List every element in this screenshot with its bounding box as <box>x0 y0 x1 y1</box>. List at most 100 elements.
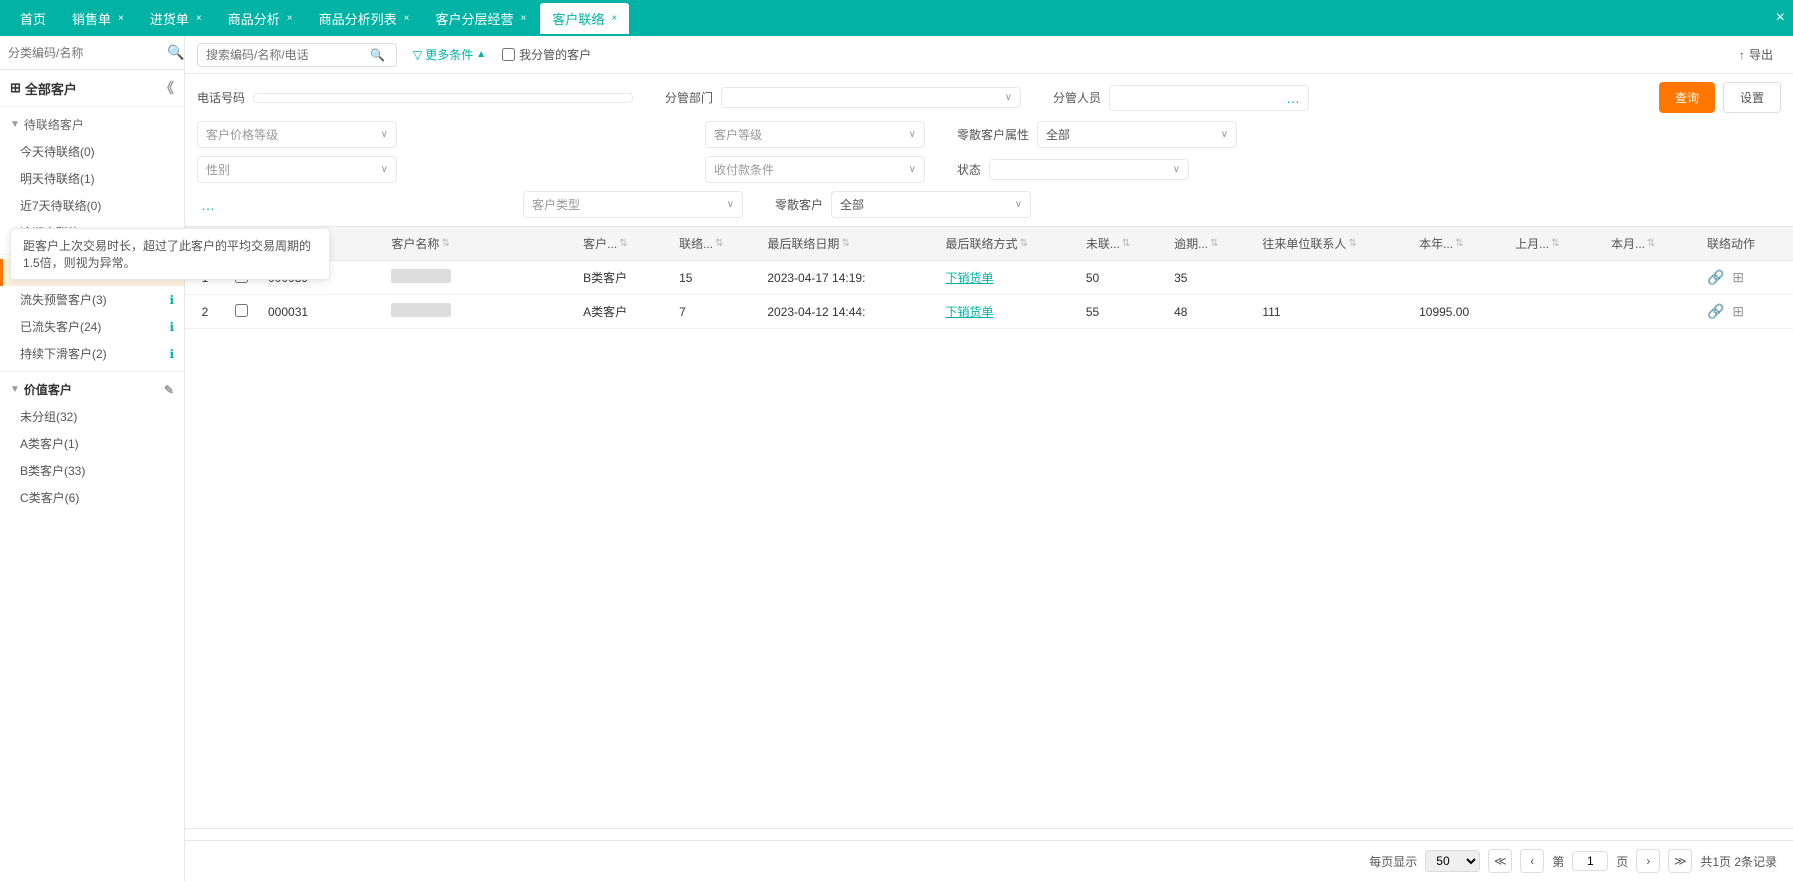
total-pages-label: 页 <box>1616 853 1628 870</box>
nav-product-analysis[interactable]: 商品分析 × <box>216 3 305 34</box>
query-button[interactable]: 查询 <box>1659 82 1715 113</box>
sidebar-item-a-class[interactable]: A类客户(1) <box>0 430 184 457</box>
action-grid-icon[interactable]: ⊞ <box>1732 303 1744 320</box>
col-header-date: 最后联络日期 ⇅ <box>757 227 935 261</box>
person-label: 分管人员 <box>1053 89 1101 106</box>
value-customers-group[interactable]: ▼ 价值客户 ✎ <box>0 376 184 403</box>
sort-name-icon[interactable]: ⇅ <box>441 238 449 249</box>
sidebar-item-ungrouped[interactable]: 未分组(32) <box>0 403 184 430</box>
sidebar-search-icon[interactable]: 🔍 <box>167 44 184 61</box>
next-page-button[interactable]: › <box>1636 849 1660 873</box>
per-page-label: 每页显示 <box>1369 853 1417 870</box>
all-customers-header[interactable]: ⊞ 全部客户 《 <box>0 70 184 107</box>
pending-contact-label[interactable]: ▼ 待联络客户 <box>0 111 184 138</box>
nav-home[interactable]: 首页 <box>8 3 58 34</box>
customer-table: ⚙ 客户编码 ⇅ 客户名称 <box>185 227 1793 329</box>
row-company <box>1252 261 1409 295</box>
sidebar-item-declining[interactable]: 持续下滑客户(2) ℹ <box>0 340 184 367</box>
window-close-button[interactable]: × <box>1776 9 1785 27</box>
my-customers-checkbox-area[interactable]: 我分管的客户 <box>502 46 591 63</box>
method-link[interactable]: 下销货单 <box>945 305 993 319</box>
nav-customer-contact[interactable]: 客户联络 × <box>540 3 629 34</box>
horizontal-scrollbar[interactable] <box>185 828 1793 840</box>
row-no-contact: 55 <box>1076 295 1164 329</box>
row-overdue: 48 <box>1164 295 1252 329</box>
row-last-method: 下销货单 <box>935 295 1075 329</box>
sidebar-item-b-class[interactable]: B类客户(33) <box>0 457 184 484</box>
sort-lastmonth-icon[interactable]: ⇅ <box>1551 238 1559 249</box>
col-header-year: 本年... ⇅ <box>1409 227 1505 261</box>
row-checkbox-cell[interactable] <box>225 295 258 329</box>
customer-type-select[interactable]: 客户类型 ∨ <box>523 191 743 218</box>
page-number-input[interactable] <box>1572 851 1608 871</box>
action-grid-icon[interactable]: ⊞ <box>1732 269 1744 286</box>
last-page-button[interactable]: ≫ <box>1668 849 1692 873</box>
nav-purchase[interactable]: 进货单 × <box>138 3 214 34</box>
sort-method-icon[interactable]: ⇅ <box>1020 238 1028 249</box>
sidebar-item-c-class[interactable]: C类客户(6) <box>0 484 184 511</box>
action-link-icon[interactable]: 🔗 <box>1707 269 1724 286</box>
main-layout: 🔍 ⊞ 全部客户 《 ▼ 待联络客户 今天待联络(0) 明天待联络(1) <box>0 36 1793 881</box>
first-page-button[interactable]: ≪ <box>1488 849 1512 873</box>
nav-customer-segment[interactable]: 客户分层经营 × <box>423 3 538 34</box>
collapse-icon[interactable]: 《 <box>160 78 174 98</box>
sort-thismonth-icon[interactable]: ⇅ <box>1647 238 1655 249</box>
price-level-select[interactable]: 客户价格等级 ∨ <box>197 121 397 148</box>
sort-contact-icon[interactable]: ⇅ <box>715 238 723 249</box>
sort-year-icon[interactable]: ⇅ <box>1455 238 1463 249</box>
more-conditions-button[interactable]: ▽ 更多条件 ▲ <box>405 42 494 67</box>
sidebar-search-input[interactable] <box>8 46 163 60</box>
retail2-select[interactable]: 全部 ∨ <box>831 191 1031 218</box>
sort-type-icon[interactable]: ⇅ <box>619 238 627 249</box>
nav-customer-segment-close[interactable]: × <box>520 13 526 24</box>
nav-product-analysis-close[interactable]: × <box>287 13 293 24</box>
status-select[interactable]: ∨ <box>989 159 1189 180</box>
sidebar-item-tomorrow[interactable]: 明天待联络(1) <box>0 165 184 192</box>
nav-product-list-close[interactable]: × <box>404 13 410 24</box>
gender-select[interactable]: 性别 ∨ <box>197 156 397 183</box>
main-search-icon[interactable]: 🔍 <box>370 48 385 62</box>
info-icon-4: ℹ <box>169 347 174 361</box>
sort-company-icon[interactable]: ⇅ <box>1348 238 1356 249</box>
nav-purchase-close[interactable]: × <box>196 13 202 24</box>
per-page-select[interactable]: 10 20 50 100 <box>1425 850 1480 872</box>
edit-icon[interactable]: ✎ <box>164 383 174 397</box>
person-dots[interactable]: … <box>1286 90 1300 106</box>
row-this-year <box>1409 261 1505 295</box>
row-name <box>381 261 573 295</box>
main-search-input[interactable] <box>206 48 366 62</box>
export-button[interactable]: ↑ 导出 <box>1731 42 1781 67</box>
more-dots[interactable]: … <box>201 197 215 213</box>
sidebar-item-churned[interactable]: 已流失客户(24) ℹ <box>0 313 184 340</box>
sort-date-icon[interactable]: ⇅ <box>841 238 849 249</box>
row-this-month <box>1601 295 1697 329</box>
col-header-nocontact: 未联... ⇅ <box>1076 227 1164 261</box>
advanced-filter: 电话号码 分管部门 ∨ 分管人员 … 查询 设置 <box>185 74 1793 227</box>
retail-select[interactable]: 全部 ∨ <box>1037 121 1237 148</box>
dept-arrow: ∨ <box>1005 92 1012 103</box>
nav-sales[interactable]: 销售单 × <box>60 3 136 34</box>
phone-input[interactable] <box>253 93 633 103</box>
sidebar-item-7days[interactable]: 近7天待联络(0) <box>0 192 184 219</box>
my-customers-checkbox[interactable] <box>502 48 515 61</box>
dept-select[interactable]: ∨ <box>721 87 1021 108</box>
table-header-row: ⚙ 客户编码 ⇅ 客户名称 <box>185 227 1793 261</box>
sidebar-item-churn-warning[interactable]: 流失预警客户(3) ℹ <box>0 286 184 313</box>
action-link-icon[interactable]: 🔗 <box>1707 303 1724 320</box>
payment-select[interactable]: 收付款条件 ∨ <box>705 156 925 183</box>
nav-product-list[interactable]: 商品分析列表 × <box>307 3 422 34</box>
sidebar-item-today[interactable]: 今天待联络(0) <box>0 138 184 165</box>
nav-sales-close[interactable]: × <box>118 13 124 24</box>
filter-row-4: … 客户类型 ∨ 零散客户 全部 ∨ <box>197 191 1781 218</box>
person-select[interactable]: … <box>1109 85 1309 111</box>
settings-button[interactable]: 设置 <box>1723 82 1781 113</box>
prev-page-button[interactable]: ‹ <box>1520 849 1544 873</box>
method-link[interactable]: 下销货单 <box>945 271 993 285</box>
row-this-year: 10995.00 <box>1409 295 1505 329</box>
divider2 <box>0 371 184 372</box>
sort-nocontact-icon[interactable]: ⇅ <box>1122 238 1130 249</box>
row-checkbox[interactable] <box>235 304 248 317</box>
customer-level-select[interactable]: 客户等级 ∨ <box>705 121 925 148</box>
nav-customer-contact-close[interactable]: × <box>611 13 617 24</box>
sort-overdue-icon[interactable]: ⇅ <box>1210 238 1218 249</box>
